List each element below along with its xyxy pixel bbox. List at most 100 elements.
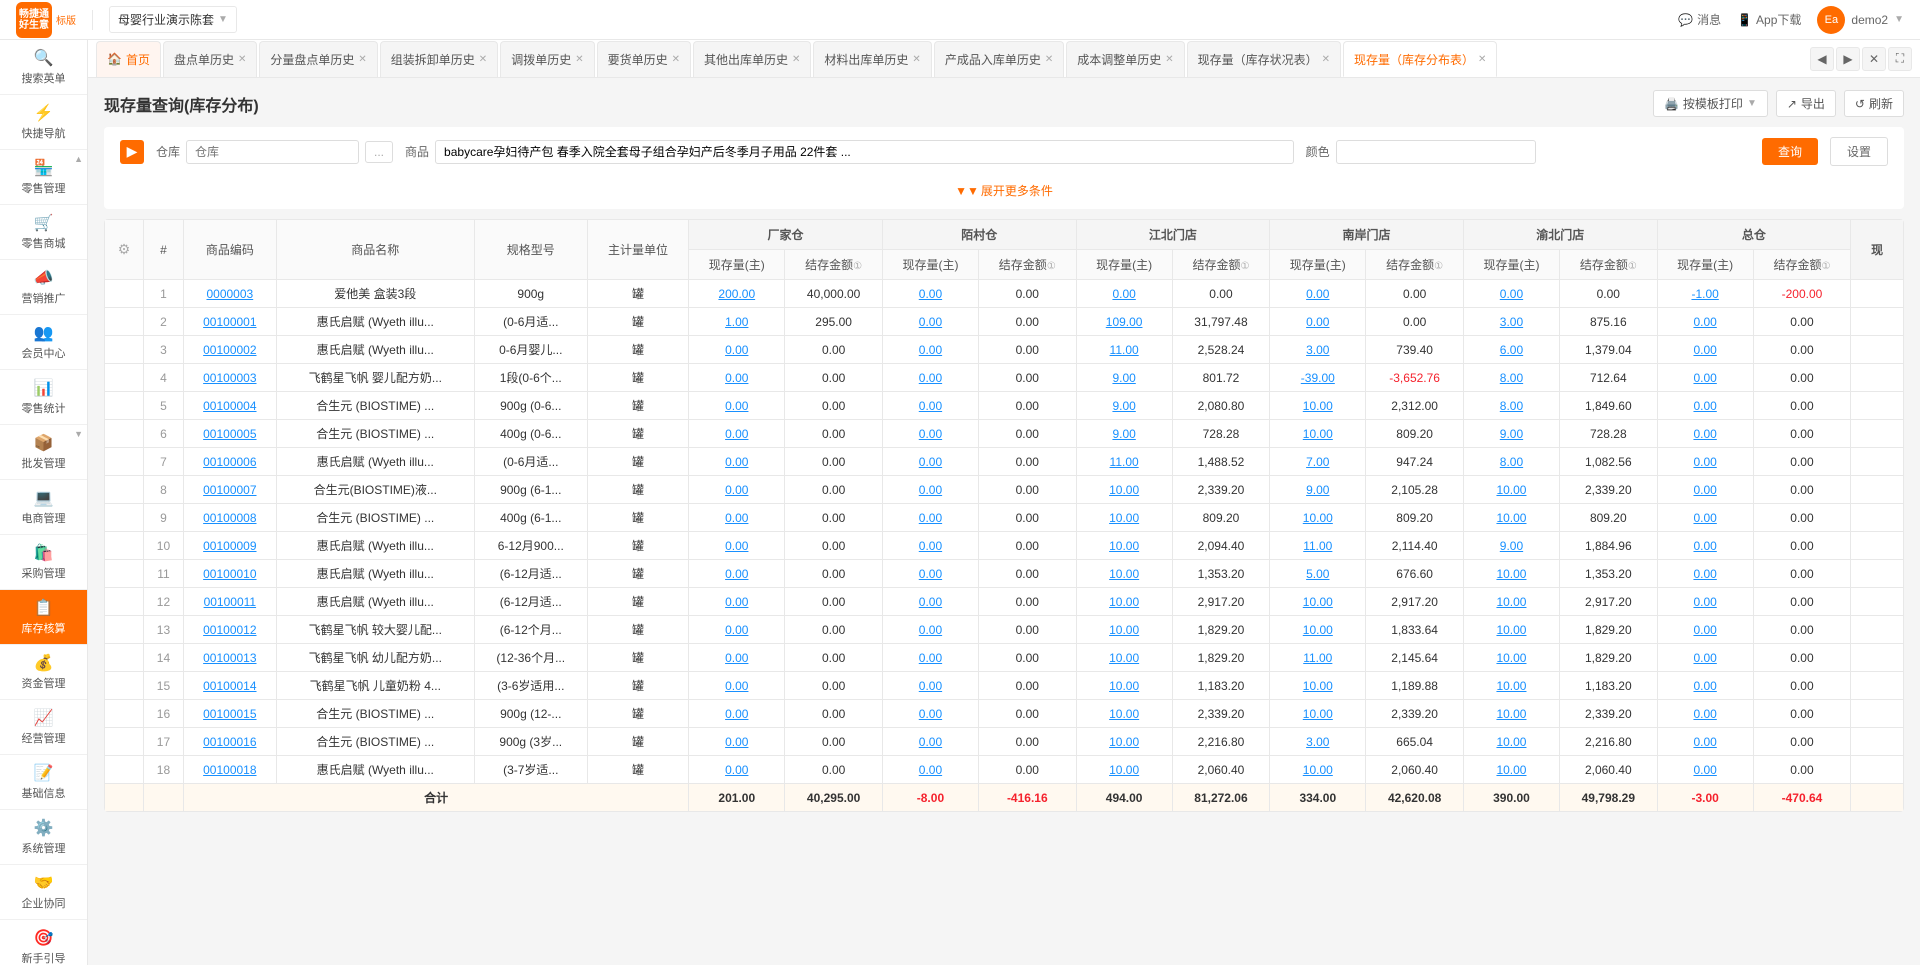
sidebar-item-system[interactable]: ⚙️ 系统管理 bbox=[0, 810, 87, 865]
sidebar-item-ecommerce[interactable]: 💻 电商管理 bbox=[0, 480, 87, 535]
sidebar-item-inventory[interactable]: 📋 库存核算 bbox=[0, 590, 87, 645]
chevron-down-icon3: ▼ bbox=[74, 429, 83, 439]
sidebar-item-operation[interactable]: 📈 经营管理 bbox=[0, 700, 87, 755]
close-icon[interactable]: ✕ bbox=[238, 54, 246, 65]
th-yubei-cur: 现存量(主) bbox=[1463, 250, 1559, 280]
sidebar-item-shortcuts[interactable]: ⚡ 快捷导航 bbox=[0, 95, 87, 150]
sidebar-item-search[interactable]: 🔍 搜索英单 bbox=[0, 40, 87, 95]
sidebar-item-finance[interactable]: 💰 资金管理 bbox=[0, 645, 87, 700]
warehouse-input[interactable] bbox=[186, 140, 359, 164]
chevron-down-icon5: ▼▼ bbox=[955, 184, 979, 198]
settings-btn[interactable]: 设置 bbox=[1830, 137, 1888, 166]
close-icon[interactable]: ✕ bbox=[575, 54, 583, 65]
tab-next-btn[interactable]: ▶ bbox=[1836, 47, 1860, 71]
query-btn[interactable]: 查询 bbox=[1762, 138, 1818, 165]
tab-bar: 🏠 首页 盘点单历史 ✕ 分量盘点单历史 ✕ 组装拆卸单历史 ✕ 调拨单历史 bbox=[88, 40, 1920, 78]
message-btn[interactable]: 💬 消息 bbox=[1678, 11, 1721, 28]
sidebar-item-purchase[interactable]: 🛍️ 采购管理 bbox=[0, 535, 87, 590]
th-jiangbei-cur: 现存量(主) bbox=[1076, 250, 1172, 280]
close-icon[interactable]: ✕ bbox=[912, 54, 920, 65]
table-container: ⚙ # 商品编码 商品名称 规格型号 主计量单位 厂家仓 陌村仓 江北门店 南岸… bbox=[104, 219, 1904, 812]
tab-inventory2[interactable]: 分量盘点单历史 ✕ bbox=[259, 41, 377, 77]
member-icon: 👥 bbox=[4, 323, 83, 343]
close-icon[interactable]: ✕ bbox=[1322, 54, 1330, 65]
app-download-btn[interactable]: 📱 App下载 bbox=[1737, 11, 1801, 28]
tab-inventory1[interactable]: 盘点单历史 ✕ bbox=[163, 41, 257, 77]
th-settings[interactable]: ⚙ bbox=[105, 220, 144, 280]
th-spec: 规格型号 bbox=[474, 220, 587, 280]
page-header: 现存量查询(库存分布) 🖨️ 按模板打印 ▼ ↗ 导出 ↺ bbox=[104, 90, 1904, 117]
th-jiangbei-amt: 结存金额① bbox=[1172, 250, 1269, 280]
table-row: 900100008合生元 (BIOSTIME) ...400g (6-1...罐… bbox=[105, 504, 1904, 532]
tab-assembly[interactable]: 组装拆卸单历史 ✕ bbox=[380, 41, 498, 77]
expand-conditions-btn[interactable]: ▼▼ 展开更多条件 bbox=[955, 182, 1053, 199]
tab-productin[interactable]: 产成品入库单历史 ✕ bbox=[934, 41, 1064, 77]
color-field: 颜色 bbox=[1306, 140, 1750, 164]
goods-input[interactable] bbox=[435, 140, 1294, 164]
tab-stocktable[interactable]: 现存量（库存状况表） ✕ bbox=[1187, 41, 1341, 77]
collapse-arrow[interactable]: ▶ bbox=[120, 140, 144, 164]
tab-nav-buttons: ◀ ▶ ✕ ⛶ bbox=[1810, 47, 1912, 71]
close-icon[interactable]: ✕ bbox=[1045, 54, 1053, 65]
export-btn[interactable]: ↗ 导出 bbox=[1776, 90, 1836, 117]
refresh-btn[interactable]: ↺ 刷新 bbox=[1844, 90, 1904, 117]
sidebar-item-member[interactable]: 👥 会员中心 bbox=[0, 315, 87, 370]
logo-text: 标版 bbox=[56, 12, 76, 27]
sidebar-item-basic[interactable]: 📝 基础信息 bbox=[0, 755, 87, 810]
close-icon[interactable]: ✕ bbox=[1165, 54, 1173, 65]
marketing-icon: 📣 bbox=[4, 268, 83, 288]
tab-expand-btn[interactable]: ⛶ bbox=[1888, 47, 1912, 71]
warehouse-dots-btn[interactable]: ... bbox=[365, 141, 393, 163]
close-icon[interactable]: ✕ bbox=[358, 54, 366, 65]
th-yubei-amt: 结存金额① bbox=[1560, 250, 1657, 280]
stats-icon: 📊 bbox=[4, 378, 83, 398]
industry-selector[interactable]: 母婴行业演示陈套 ▼ bbox=[109, 6, 237, 33]
sidebar-item-guide[interactable]: 🎯 新手引导 bbox=[0, 920, 87, 965]
th-name: 商品名称 bbox=[276, 220, 474, 280]
main-layout: 🔍 搜索英单 ⚡ 快捷导航 🏪 零售管理 ▲ 🛒 零售商城 📣 营销推广 � bbox=[0, 40, 1920, 965]
tab-prev-btn[interactable]: ◀ bbox=[1810, 47, 1834, 71]
search-expand-row: ▼▼ 展开更多条件 bbox=[120, 178, 1888, 199]
sidebar-item-wholesale[interactable]: 📦 批发管理 ▼ bbox=[0, 425, 87, 480]
arrow-up-icon: ▲ bbox=[74, 154, 83, 164]
color-input[interactable] bbox=[1336, 140, 1536, 164]
sidebar-item-retail-stats[interactable]: 📊 零售统计 bbox=[0, 370, 87, 425]
table-row: 400100003飞鹤星飞帆 婴儿配方奶...1段(0-6个...罐0.000.… bbox=[105, 364, 1904, 392]
table-row: 1800100018惠氏启赋 (Wyeth illu...(3-7岁适...罐0… bbox=[105, 756, 1904, 784]
tab-transfer[interactable]: 调拨单历史 ✕ bbox=[500, 41, 594, 77]
tab-home[interactable]: 🏠 首页 bbox=[96, 41, 161, 77]
table-row: 600100005合生元 (BIOSTIME) ...400g (0-6...罐… bbox=[105, 420, 1904, 448]
search-bar: ▶ 仓库 ... 商品 颜色 bbox=[104, 127, 1904, 209]
page-title: 现存量查询(库存分布) bbox=[104, 92, 259, 116]
header-actions: 🖨️ 按模板打印 ▼ ↗ 导出 ↺ 刷新 bbox=[1653, 90, 1904, 117]
print-btn[interactable]: 🖨️ 按模板打印 ▼ bbox=[1653, 90, 1768, 117]
close-icon[interactable]: ✕ bbox=[672, 54, 680, 65]
th-no: # bbox=[143, 220, 183, 280]
page-content: 现存量查询(库存分布) 🖨️ 按模板打印 ▼ ↗ 导出 ↺ bbox=[88, 78, 1920, 965]
th-code: 商品编码 bbox=[183, 220, 276, 280]
printer-icon: 🖨️ bbox=[1664, 97, 1679, 111]
top-bar-right: 💬 消息 📱 App下载 Ea demo2 ▼ bbox=[1678, 6, 1904, 34]
sidebar-item-retail-mgmt[interactable]: 🏪 零售管理 ▲ bbox=[0, 150, 87, 205]
th-changjia-cur: 现存量(主) bbox=[689, 250, 785, 280]
top-bar: 畅捷通好生意 标版 母婴行业演示陈套 ▼ 💬 消息 📱 App下载 Ea dem… bbox=[0, 0, 1920, 40]
close-icon[interactable]: ✕ bbox=[1478, 54, 1486, 65]
avatar: Ea bbox=[1817, 6, 1845, 34]
system-icon: ⚙️ bbox=[4, 818, 83, 838]
tab-stockdist[interactable]: 现存量（库存分布表） ✕ bbox=[1343, 41, 1497, 77]
sidebar-item-marketing[interactable]: 📣 营销推广 bbox=[0, 260, 87, 315]
close-icon[interactable]: ✕ bbox=[792, 54, 800, 65]
close-icon[interactable]: ✕ bbox=[479, 54, 487, 65]
user-menu[interactable]: Ea demo2 ▼ bbox=[1817, 6, 1904, 34]
tab-requisition[interactable]: 要货单历史 ✕ bbox=[597, 41, 691, 77]
th-mocun: 陌村仓 bbox=[882, 220, 1076, 250]
sidebar-item-retail-store[interactable]: 🛒 零售商城 bbox=[0, 205, 87, 260]
message-icon: 💬 bbox=[1678, 13, 1693, 27]
tab-materialout[interactable]: 材料出库单历史 ✕ bbox=[813, 41, 931, 77]
sidebar-item-enterprise[interactable]: 🤝 企业协同 bbox=[0, 865, 87, 920]
info-icon: ① bbox=[1822, 261, 1831, 272]
tab-otherout[interactable]: 其他出库单历史 ✕ bbox=[693, 41, 811, 77]
inventory-icon: 📋 bbox=[4, 598, 83, 618]
tab-costadjust[interactable]: 成本调整单历史 ✕ bbox=[1066, 41, 1184, 77]
tab-close-btn[interactable]: ✕ bbox=[1862, 47, 1886, 71]
